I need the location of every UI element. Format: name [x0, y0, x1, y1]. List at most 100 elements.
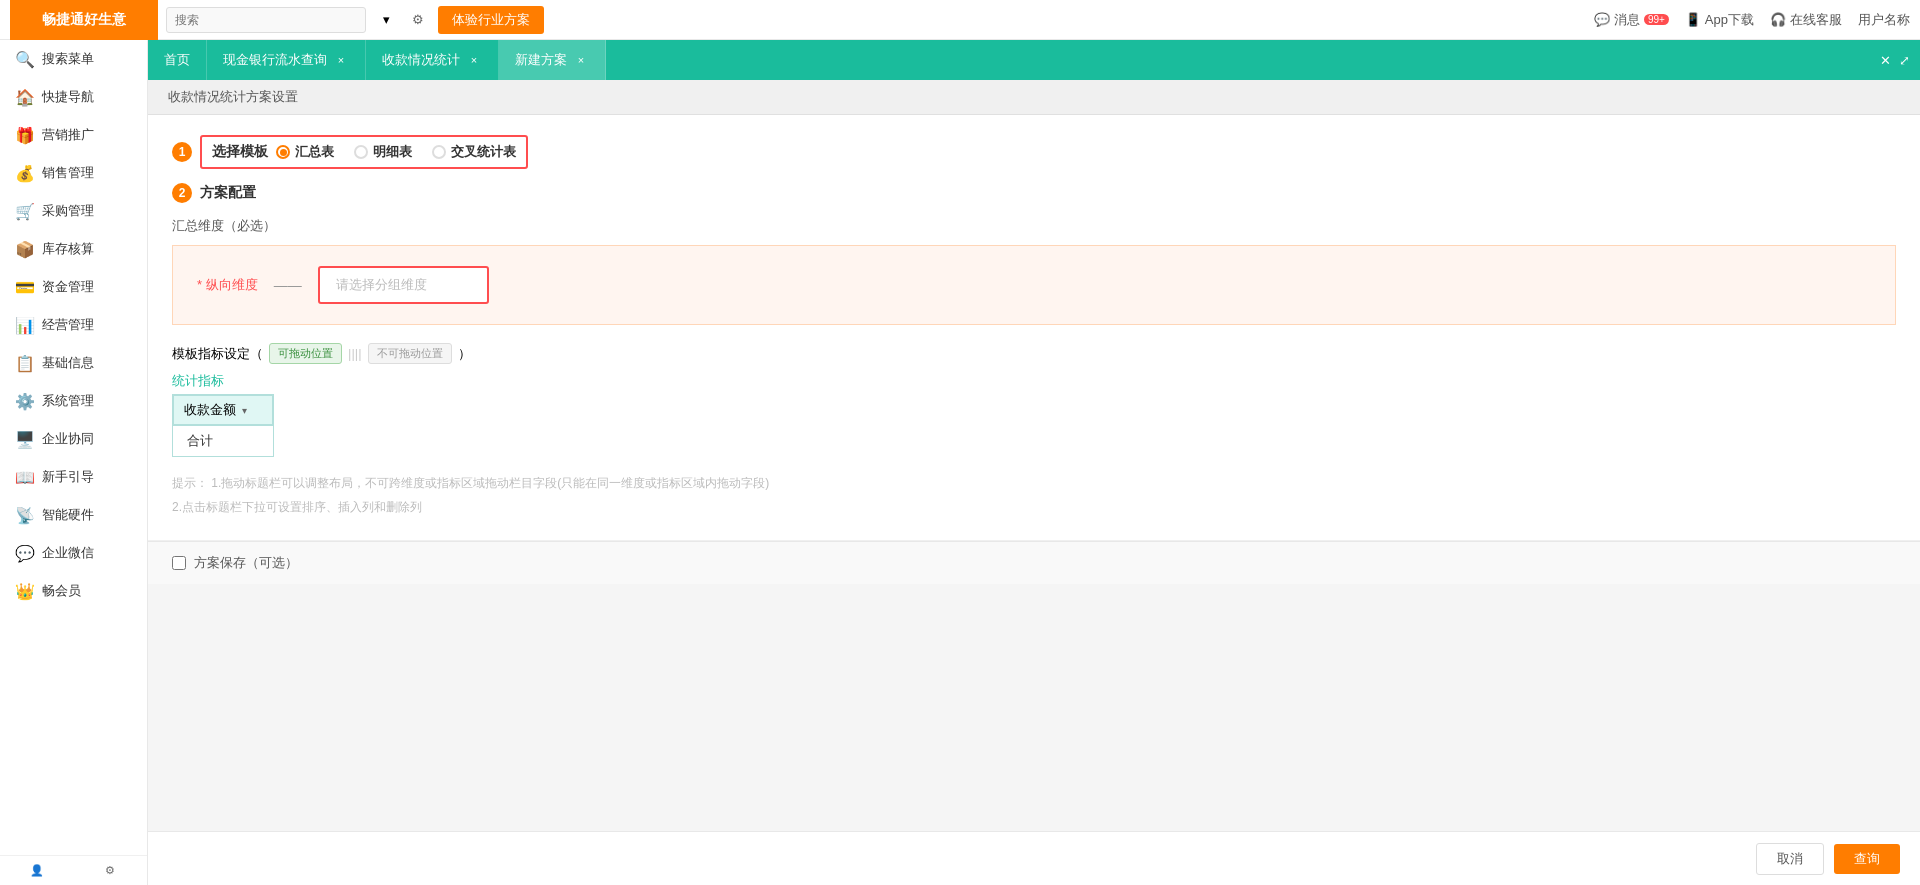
indicator-section: 模板指标设定（ 可拖动位置 |||| 不可拖动位置 ） 统计指标 收款金额 — [172, 343, 1896, 457]
tab-receivables[interactable]: 收款情况统计 × — [366, 40, 499, 80]
download-label: App下载 — [1705, 11, 1754, 29]
sidebar-item-quick-nav[interactable]: 🏠 快捷导航 — [0, 78, 147, 116]
dimension-select[interactable]: 请选择分组维度 — [318, 266, 489, 304]
top-bar: 畅捷通好生意 ▾ ⚙ 体验行业方案 💬 消息 99+ 📱 App下载 🎧 在线客… — [0, 0, 1920, 40]
save-checkbox[interactable] — [172, 556, 186, 570]
sidebar-item-basic-info[interactable]: 📋 基础信息 — [0, 344, 147, 382]
radio-summary-circle — [276, 145, 290, 159]
message-icon: 💬 — [1594, 12, 1610, 27]
dimension-label: 汇总维度（必选） — [172, 217, 1896, 235]
radio-summary[interactable]: 汇总表 — [276, 143, 334, 161]
search-input[interactable] — [166, 7, 366, 33]
sidebar-item-operation[interactable]: 📊 经营管理 — [0, 306, 147, 344]
sidebar-item-system[interactable]: ⚙️ 系统管理 — [0, 382, 147, 420]
sidebar-label-search-menu: 搜索菜单 — [42, 50, 94, 68]
tab-bar-right: ✕ ⤢ — [1870, 53, 1920, 68]
service-label: 在线客服 — [1790, 11, 1842, 29]
section2-num: 2 — [172, 183, 192, 203]
radio-summary-dot — [280, 149, 287, 156]
box-icon: 📦 — [16, 240, 34, 258]
chart-icon: 📊 — [16, 316, 34, 334]
tab-home[interactable]: 首页 — [148, 40, 207, 80]
section1: 1 选择模板 汇总表 — [172, 135, 1896, 169]
sidebar-item-marketing[interactable]: 🎁 营销推广 — [0, 116, 147, 154]
sidebar-label-basic-info: 基础信息 — [42, 354, 94, 372]
sidebar-item-inventory[interactable]: 📦 库存核算 — [0, 230, 147, 268]
page-content: 收款情况统计方案设置 1 选择模板 — [148, 80, 1920, 831]
section1-label: 选择模板 — [212, 143, 268, 161]
clipboard-icon: 📋 — [16, 354, 34, 372]
save-section: 方案保存（可选） — [148, 541, 1920, 584]
dropdown-icon[interactable]: ▾ — [374, 8, 398, 32]
sidebar-item-purchase[interactable]: 🛒 采购管理 — [0, 192, 147, 230]
draggable-badge: 可拖动位置 — [269, 343, 342, 364]
form-area: 1 选择模板 汇总表 — [148, 115, 1920, 541]
sidebar-bottom: 👤 ⚙ — [0, 855, 147, 885]
dimension-area: * 纵向维度 —— 请选择分组维度 — [172, 245, 1896, 325]
online-service[interactable]: 🎧 在线客服 — [1770, 11, 1842, 29]
settings-bottom-icon: ⚙ — [105, 864, 115, 877]
tab-bank-flow[interactable]: 现金银行流水查询 × — [207, 40, 366, 80]
sidebar-label-quick-nav: 快捷导航 — [42, 88, 94, 106]
dropdown-arrow-icon: ▾ — [242, 405, 247, 416]
tab-receivables-close[interactable]: × — [466, 52, 482, 68]
logo-text: 畅捷通好生意 — [42, 11, 126, 29]
query-button[interactable]: 查询 — [1834, 844, 1900, 874]
sidebar-item-sales[interactable]: 💰 销售管理 — [0, 154, 147, 192]
app-download[interactable]: 📱 App下载 — [1685, 11, 1754, 29]
sidebar-item-search-menu[interactable]: 🔍 搜索菜单 — [0, 40, 147, 78]
vertical-dim-label: * 纵向维度 — [197, 276, 258, 294]
download-icon: 📱 — [1685, 12, 1701, 27]
sidebar-item-finance[interactable]: 💳 资金管理 — [0, 268, 147, 306]
settings-icon[interactable]: ⚙ — [406, 8, 430, 32]
hint-text: 提示： 1.拖动标题栏可以调整布局，不可跨维度或指标区域拖动栏目字段(只能在同一… — [172, 473, 1896, 518]
hint-line-2: 2.点击标题栏下拉可设置排序、插入列和删除列 — [172, 497, 1896, 519]
avatar-icon: 👤 — [30, 864, 44, 877]
sidebar-label-newbie: 新手引导 — [42, 468, 94, 486]
footer-bar: 取消 查询 — [148, 831, 1920, 885]
hint-line-1: 提示： 1.拖动标题栏可以调整布局，不可跨维度或指标区域拖动栏目字段(只能在同一… — [172, 473, 1896, 495]
user-info[interactable]: 用户名称 — [1858, 11, 1910, 29]
indicator-label: 模板指标设定（ — [172, 345, 263, 363]
radio-detail-circle — [354, 145, 368, 159]
money-icon: 💰 — [16, 164, 34, 182]
sidebar-label-weixin: 企业微信 — [42, 544, 94, 562]
gift-icon: 🎁 — [16, 126, 34, 144]
sidebar-item-enterprise[interactable]: 🖥️ 企业协同 — [0, 420, 147, 458]
tab-home-label: 首页 — [164, 51, 190, 69]
indicator-separator: |||| — [348, 346, 362, 361]
stats-table: 收款金额 ▾ 合计 — [172, 394, 274, 457]
section2-label: 方案配置 — [200, 184, 256, 202]
section1-box: 选择模板 汇总表 明细表 — [200, 135, 528, 169]
tab-receivables-label: 收款情况统计 — [382, 51, 460, 69]
book-icon: 📖 — [16, 468, 34, 486]
radio-detail[interactable]: 明细表 — [354, 143, 412, 161]
save-label: 方案保存（可选） — [194, 554, 298, 572]
sidebar-item-weixin[interactable]: 💬 企业微信 — [0, 534, 147, 572]
settings-btn[interactable]: ⚙ — [74, 856, 148, 885]
undraggable-badge: 不可拖动位置 — [368, 343, 452, 364]
stats-column-header[interactable]: 收款金额 ▾ — [173, 395, 273, 425]
indicator-suffix: ） — [458, 345, 471, 363]
window-close-icon[interactable]: ✕ — [1880, 53, 1891, 68]
tab-new-plan-close[interactable]: × — [573, 52, 589, 68]
avatar-btn[interactable]: 👤 — [0, 856, 74, 885]
cancel-button[interactable]: 取消 — [1756, 843, 1824, 875]
tab-bank-flow-close[interactable]: × — [333, 52, 349, 68]
page-header: 收款情况统计方案设置 — [148, 80, 1920, 115]
tab-new-plan[interactable]: 新建方案 × — [499, 40, 606, 80]
radio-cross[interactable]: 交叉统计表 — [432, 143, 516, 161]
section2-title: 2 方案配置 — [172, 183, 1896, 203]
sidebar-item-newbie[interactable]: 📖 新手引导 — [0, 458, 147, 496]
sidebar-item-member[interactable]: 👑 畅会员 — [0, 572, 147, 610]
notifications[interactable]: 💬 消息 99+ — [1594, 11, 1669, 29]
industry-btn[interactable]: 体验行业方案 — [438, 6, 544, 34]
hardware-icon: 📡 — [16, 506, 34, 524]
sidebar-label-inventory: 库存核算 — [42, 240, 94, 258]
window-max-icon[interactable]: ⤢ — [1899, 53, 1910, 68]
dim-arrow: —— — [274, 277, 302, 293]
sidebar-item-hardware[interactable]: 📡 智能硬件 — [0, 496, 147, 534]
radio-cross-circle — [432, 145, 446, 159]
top-right: 💬 消息 99+ 📱 App下载 🎧 在线客服 用户名称 — [1594, 11, 1910, 29]
section1-title: 1 选择模板 汇总表 — [172, 135, 1896, 169]
